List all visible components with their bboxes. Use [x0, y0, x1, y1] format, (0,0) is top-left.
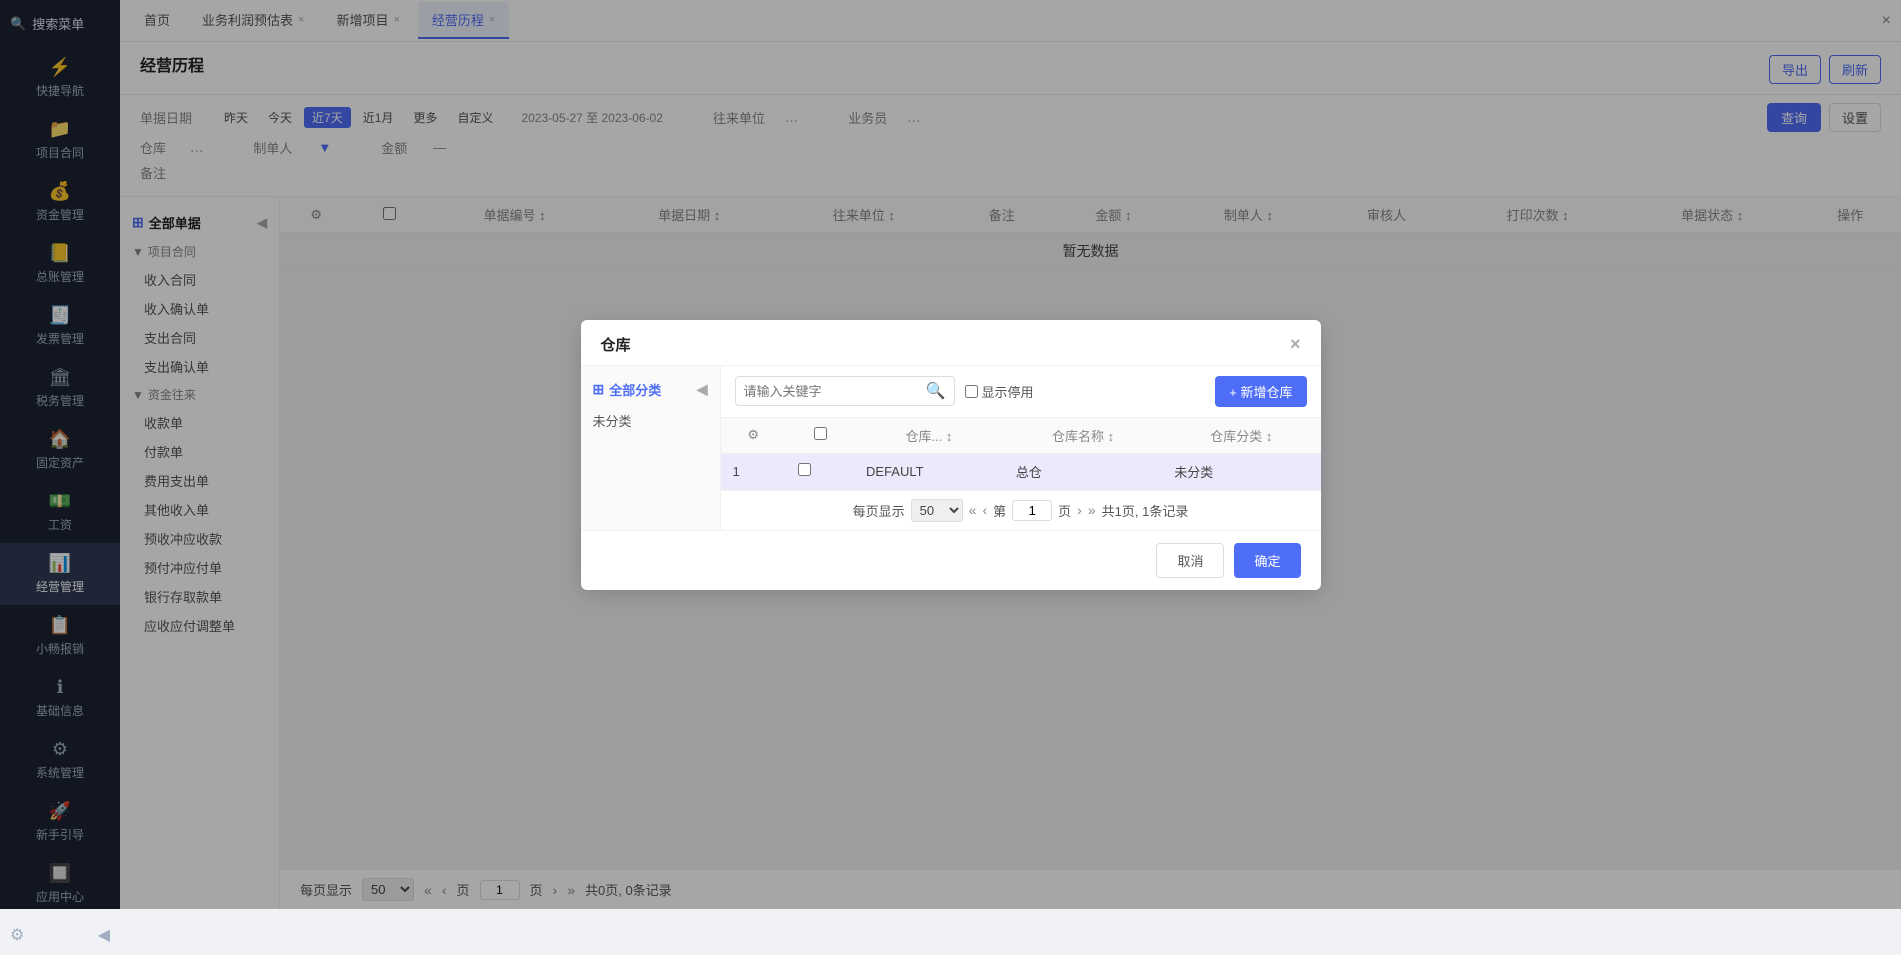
dialog-col-name[interactable]: 仓库名称 ↕	[1004, 418, 1162, 454]
dialog-title: 仓库	[601, 334, 631, 355]
dialog-select-all[interactable]	[814, 427, 827, 440]
dialog-left-panel: ⊞ 全部分类 ◀ 未分类	[581, 366, 721, 530]
dialog-table: ⚙ 仓库... ↕ 仓库名称 ↕ 仓库分类 ↕ 1 DEFAULT 总仓 未分类	[721, 418, 1321, 490]
dialog-all-label: 全部分类	[609, 380, 661, 399]
row-category: 未分类	[1162, 453, 1320, 489]
show-disabled-text: 显示停用	[982, 382, 1034, 401]
dialog-toolbar: 🔍 显示停用 + 新增仓库	[721, 366, 1321, 418]
dialog-table-wrap: ⚙ 仓库... ↕ 仓库名称 ↕ 仓库分类 ↕ 1 DEFAULT 总仓 未分类	[721, 418, 1321, 490]
dialog-page-label-2: 页	[1058, 501, 1071, 520]
show-disabled-label[interactable]: 显示停用	[965, 382, 1034, 401]
dialog-first-btn[interactable]: «	[969, 502, 977, 518]
dialog-pagination: 每页显示 50 100 « ‹ 第 页 › » 共1页, 1条记录	[721, 490, 1321, 530]
row-name: 总仓	[1004, 453, 1162, 489]
dialog-header: 仓库 ×	[581, 320, 1321, 366]
dialog-confirm-btn[interactable]: 确定	[1234, 543, 1300, 578]
dialog-page-input[interactable]	[1012, 500, 1052, 521]
dialog-cancel-btn[interactable]: 取消	[1156, 543, 1224, 578]
dialog-per-page-select[interactable]: 50 100	[911, 499, 963, 522]
dialog-next-btn[interactable]: ›	[1077, 502, 1082, 518]
dialog-search-box: 🔍	[735, 376, 955, 406]
dialog-search-input[interactable]	[744, 384, 921, 399]
warehouse-dialog: 仓库 × ⊞ 全部分类 ◀ 未分类 🔍	[581, 320, 1321, 590]
row-checkbox[interactable]	[786, 453, 854, 489]
dialog-search-icon[interactable]: 🔍	[926, 381, 946, 401]
modal-overlay[interactable]: 仓库 × ⊞ 全部分类 ◀ 未分类 🔍	[0, 0, 1901, 909]
dialog-collapse-btn[interactable]: ◀	[697, 381, 708, 398]
sidebar-collapse-icon[interactable]: ◀	[98, 925, 110, 945]
row-seq: 1	[721, 453, 787, 489]
dialog-body: ⊞ 全部分类 ◀ 未分类 🔍 显示停用	[581, 366, 1321, 530]
add-warehouse-btn[interactable]: + 新增仓库	[1215, 376, 1306, 407]
dialog-total: 共1页, 1条记录	[1102, 501, 1189, 520]
dialog-page-label: 第	[993, 501, 1006, 520]
row-code: DEFAULT	[854, 453, 1004, 489]
dialog-col-code[interactable]: 仓库... ↕	[854, 418, 1004, 454]
show-disabled-checkbox[interactable]	[965, 385, 978, 398]
dialog-left-title[interactable]: ⊞ 全部分类 ◀	[581, 374, 720, 405]
dialog-grid-icon: ⊞	[593, 381, 605, 398]
dialog-left-item-unclassified[interactable]: 未分类	[581, 405, 720, 436]
sidebar-bottom: ⚙ ◀	[0, 915, 120, 955]
dialog-table-header: ⚙ 仓库... ↕ 仓库名称 ↕ 仓库分类 ↕	[721, 418, 1321, 454]
dialog-close-btn[interactable]: ×	[1290, 334, 1301, 355]
dialog-per-page-label: 每页显示	[853, 501, 905, 520]
dialog-col-check	[786, 418, 854, 454]
dialog-col-gear: ⚙	[721, 418, 787, 454]
dialog-right-panel: 🔍 显示停用 + 新增仓库 ⚙	[721, 366, 1321, 530]
dialog-table-row[interactable]: 1 DEFAULT 总仓 未分类	[721, 453, 1321, 489]
dialog-prev-btn[interactable]: ‹	[982, 502, 987, 518]
dialog-last-btn[interactable]: »	[1088, 502, 1096, 518]
dialog-footer: 取消 确定	[581, 530, 1321, 590]
dialog-col-category[interactable]: 仓库分类 ↕	[1162, 418, 1320, 454]
sidebar-settings-icon[interactable]: ⚙	[10, 925, 24, 945]
